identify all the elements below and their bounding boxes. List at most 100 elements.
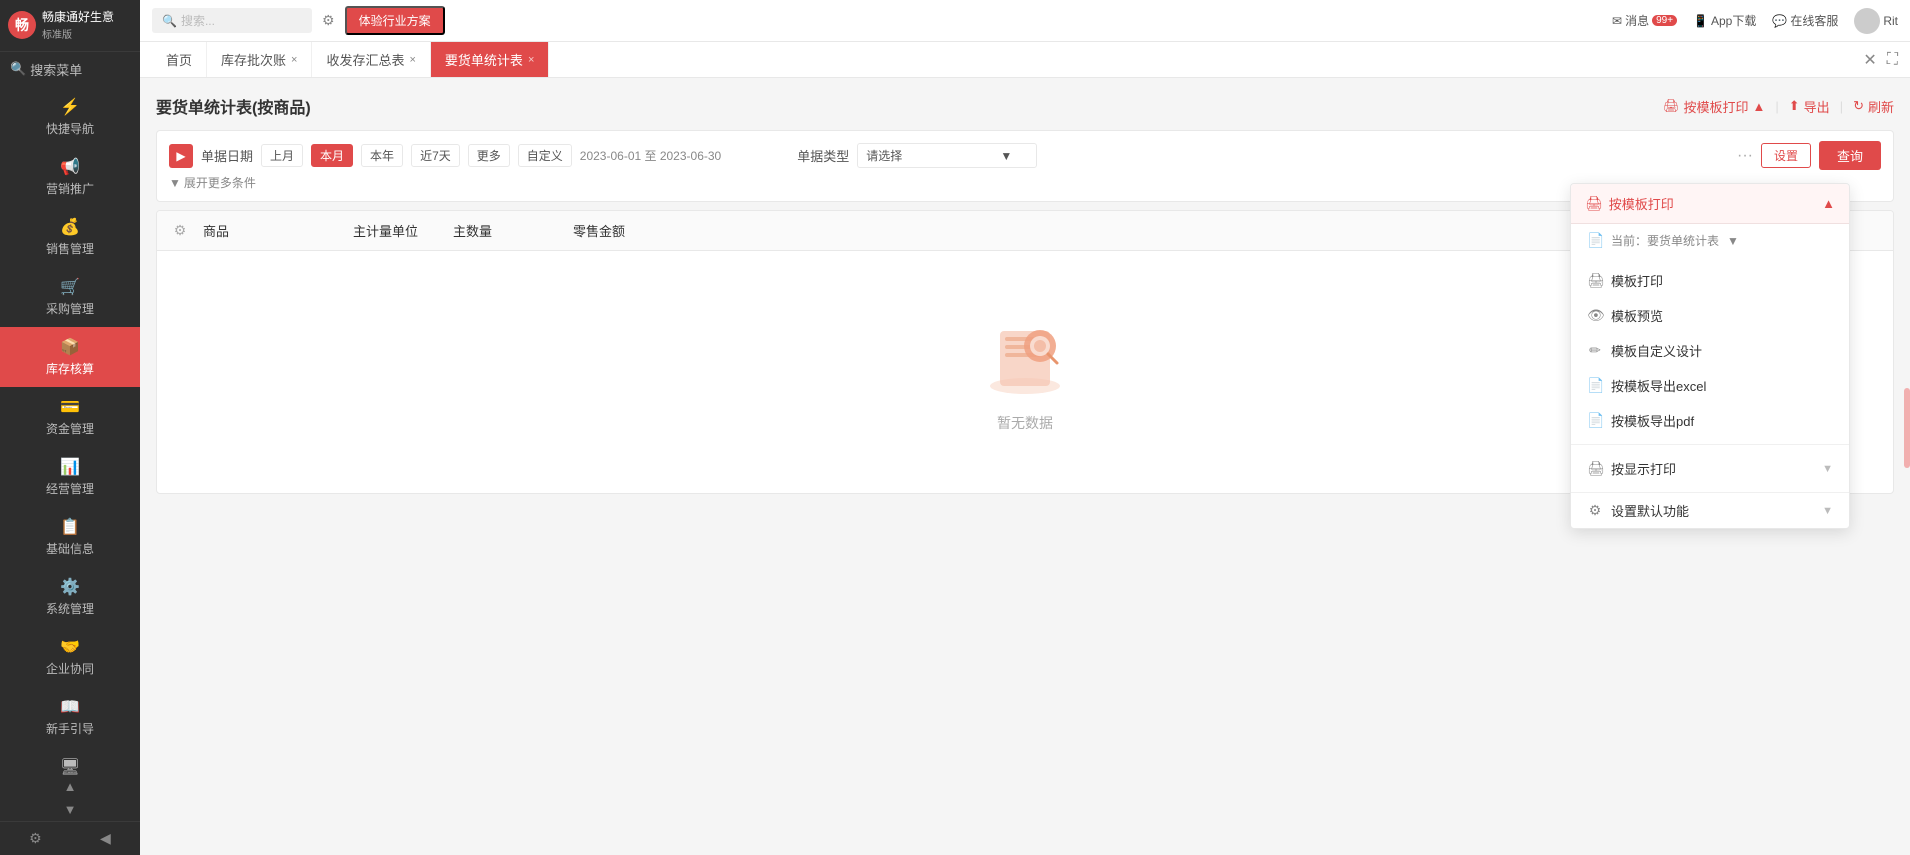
sidebar-scroll-down[interactable]: ▼: [0, 798, 140, 821]
dropdown-item-template-preview[interactable]: 👁 模板预览: [1571, 298, 1849, 333]
topbar-gear-icon[interactable]: ⚙: [322, 12, 335, 29]
tab-home[interactable]: 首页: [152, 42, 207, 77]
settings-icon: ⚙: [174, 222, 187, 239]
sidebar-item-operation[interactable]: 📊 经营管理: [0, 447, 140, 507]
date-current-year[interactable]: 本年: [361, 144, 403, 167]
dropdown-section-2: 🖨 按显示打印 ▼: [1571, 445, 1849, 493]
apps-icon: 🖥: [60, 757, 80, 775]
settings-button[interactable]: 设置: [1761, 143, 1811, 168]
logo-title: 畅康通好生意: [42, 10, 114, 26]
dropdown-item-export-pdf[interactable]: 📄 按模板导出pdf: [1571, 403, 1849, 438]
default-func-icon: ⚙: [1587, 502, 1603, 519]
sidebar-item-system[interactable]: ⚙️ 系统管理: [0, 567, 140, 627]
purchase-label: 采购管理: [46, 300, 94, 317]
dropdown-item-display-print[interactable]: 🖨 按显示打印 ▼: [1571, 451, 1849, 486]
sidebar-search[interactable]: 🔍 搜索菜单: [0, 52, 140, 87]
sidebar-item-apps[interactable]: 🖥 应用中心: [0, 747, 140, 775]
page-header: 要货单统计表(按商品) 🖨 按模板打印 ▲ | ⬆ 导出 | ↻ 刷新: [156, 94, 1894, 118]
dropdown-item-export-excel[interactable]: 📄 按模板导出excel: [1571, 368, 1849, 403]
template-preview-label: 模板预览: [1611, 306, 1833, 325]
sidebar-item-quick-nav[interactable]: ⚡ 快捷导航: [0, 87, 140, 147]
sidebar-item-basic[interactable]: 📋 基础信息: [0, 507, 140, 567]
search-icon: 🔍: [10, 61, 26, 77]
date-more[interactable]: 更多: [468, 144, 510, 167]
export-excel-label: 按模板导出excel: [1611, 376, 1833, 395]
logo-icon: 畅: [8, 11, 36, 39]
sidebar-search-label: 搜索菜单: [30, 60, 82, 79]
sidebar-item-sales[interactable]: 💰 销售管理: [0, 207, 140, 267]
sidebar-item-collab[interactable]: 🤝 企业协同: [0, 627, 140, 687]
scrollbar-handle[interactable]: [1904, 388, 1910, 468]
tab-controls: ✕ ⛶: [1863, 50, 1898, 70]
collab-label: 企业协同: [46, 660, 94, 677]
tab-batch-close[interactable]: ×: [291, 54, 297, 66]
sidebar-item-marketing[interactable]: 📢 营销推广: [0, 147, 140, 207]
expand-label: 展开更多条件: [184, 174, 256, 191]
tab-order-close[interactable]: ×: [528, 54, 534, 66]
sales-icon: 💰: [60, 217, 80, 237]
chevron-down-icon: ▼: [169, 176, 181, 190]
filter-expand-icon[interactable]: ▶: [169, 144, 193, 168]
date-last7days[interactable]: 近7天: [411, 144, 460, 167]
tab-close-btn[interactable]: ✕: [1863, 50, 1876, 70]
sidebar-item-finance[interactable]: 💳 资金管理: [0, 387, 140, 447]
refresh-btn[interactable]: ↻ 刷新: [1853, 97, 1894, 116]
date-current-month[interactable]: 本月: [311, 144, 353, 167]
dropdown-item-template-design[interactable]: ✏ 模板自定义设计: [1571, 333, 1849, 368]
inventory-label: 库存核算: [46, 360, 94, 377]
date-prev-month[interactable]: 上月: [261, 144, 303, 167]
tab-batch-account[interactable]: 库存批次账 ×: [207, 42, 312, 77]
tab-home-label: 首页: [166, 50, 192, 69]
export-icon: ⬆: [1789, 98, 1800, 114]
refresh-label: 刷新: [1868, 97, 1894, 116]
tab-expand-btn[interactable]: ⛶: [1887, 51, 1898, 69]
th-checkbox[interactable]: ⚙: [165, 222, 195, 239]
logo-badge: 标准版: [42, 26, 114, 41]
tab-order-summary[interactable]: 要货单统计表 ×: [431, 42, 549, 77]
dropdown-item-default-func[interactable]: ⚙ 设置默认功能 ▼: [1571, 493, 1849, 528]
dropdown-header: 🖨 按模板打印 ▲: [1571, 184, 1849, 224]
topbar-avatar-area[interactable]: Rit: [1854, 8, 1898, 34]
print-template-btn[interactable]: 🖨 按模板打印 ▲: [1663, 97, 1765, 116]
topbar-search[interactable]: 🔍 搜索...: [152, 8, 312, 33]
export-pdf-label: 按模板导出pdf: [1611, 411, 1833, 430]
dropdown-item-template-print[interactable]: 🖨 模板打印: [1571, 263, 1849, 298]
tab-receive-summary[interactable]: 收发存汇总表 ×: [312, 42, 430, 77]
guide-icon: 📖: [60, 697, 80, 717]
sidebar-nav: ⚡ 快捷导航 📢 营销推广 💰 销售管理 🛒 采购管理 📦 库存核算 💳 资金管…: [0, 87, 140, 775]
topbar-message[interactable]: ✉ 消息 99+: [1612, 12, 1677, 29]
date-custom[interactable]: 自定义: [518, 144, 572, 167]
marketing-label: 营销推广: [46, 180, 94, 197]
export-btn[interactable]: ⬆ 导出: [1789, 97, 1830, 116]
sidebar-item-purchase[interactable]: 🛒 采购管理: [0, 267, 140, 327]
sidebar-settings-btn[interactable]: ⚙: [29, 830, 42, 847]
tab-order-label: 要货单统计表: [445, 50, 523, 69]
dropdown-collapse-icon[interactable]: ▲: [1822, 196, 1835, 211]
print-arrow-icon: ▲: [1753, 99, 1766, 114]
more-options-btn[interactable]: ···: [1737, 147, 1753, 165]
template-design-icon: ✏: [1587, 342, 1603, 359]
tabs-bar: 首页 库存批次账 × 收发存汇总表 × 要货单统计表 × ✕ ⛶: [140, 42, 1910, 78]
refresh-icon: ↻: [1853, 98, 1864, 114]
sidebar-scroll-up[interactable]: ▲: [0, 775, 140, 798]
sidebar-item-inventory[interactable]: 📦 库存核算: [0, 327, 140, 387]
display-print-icon: 🖨: [1587, 460, 1603, 477]
tab-receive-close[interactable]: ×: [409, 54, 415, 66]
sidebar-collapse-btn[interactable]: ◀: [100, 830, 111, 847]
template-print-icon: 🖨: [1587, 272, 1603, 289]
default-func-label: 设置默认功能: [1611, 501, 1814, 520]
filter-actions: ··· 设置 查询: [1737, 141, 1881, 170]
query-button[interactable]: 查询: [1819, 141, 1881, 170]
type-select[interactable]: 请选择 ▼: [857, 143, 1037, 168]
topbar-online-service[interactable]: 💬 在线客服: [1772, 12, 1838, 29]
collab-icon: 🤝: [60, 637, 80, 657]
th-goods: 商品: [195, 221, 345, 240]
trial-button[interactable]: 体验行业方案: [345, 6, 445, 35]
sidebar: 畅 畅康通好生意 标准版 🔍 搜索菜单 ⚡ 快捷导航 📢 营销推广 💰 销售管理…: [0, 0, 140, 855]
export-label: 导出: [1804, 97, 1830, 116]
topbar-app-download[interactable]: 📱 App下载: [1693, 12, 1756, 29]
sidebar-item-guide[interactable]: 📖 新手引导: [0, 687, 140, 747]
finance-icon: 💳: [60, 397, 80, 417]
service-icon: 💬: [1772, 14, 1787, 28]
message-badge: 99+: [1652, 15, 1677, 26]
